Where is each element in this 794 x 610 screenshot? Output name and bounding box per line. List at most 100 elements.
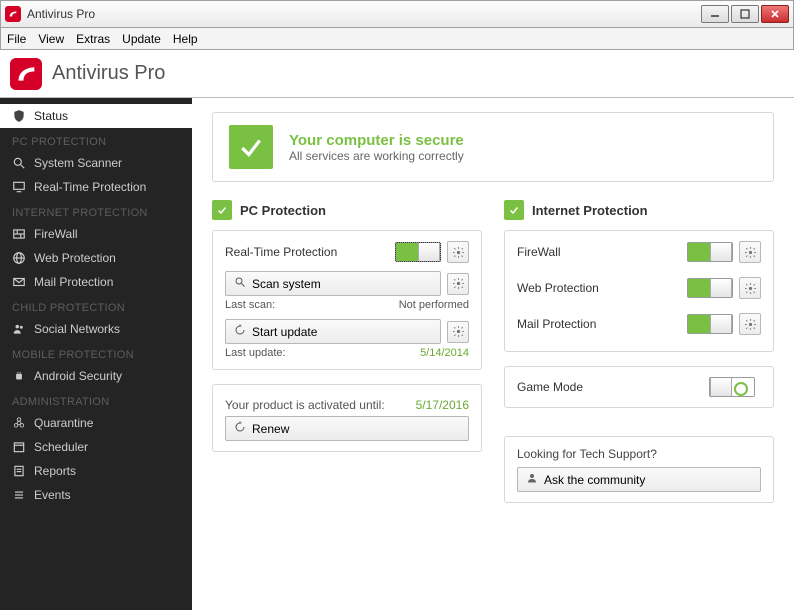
sidebar-item-firewall[interactable]: FireWall — [0, 222, 192, 246]
sidebar-item-label: Social Networks — [34, 322, 120, 336]
sidebar-item-web[interactable]: Web Protection — [0, 246, 192, 270]
window-titlebar: Antivirus Pro — [0, 0, 794, 28]
last-scan-value: Not performed — [399, 299, 469, 311]
renew-button-label: Renew — [252, 422, 289, 436]
game-mode-label: Game Mode — [517, 380, 709, 394]
sidebar-item-social[interactable]: Social Networks — [0, 317, 192, 341]
mail-toggle[interactable] — [687, 314, 733, 334]
users-icon — [12, 322, 26, 336]
menu-view[interactable]: View — [38, 32, 64, 46]
support-panel: Looking for Tech Support? Ask the commun… — [504, 436, 774, 503]
update-button-label: Start update — [252, 325, 317, 339]
monitor-icon — [12, 180, 26, 194]
sidebar-item-label: System Scanner — [34, 156, 122, 170]
firewall-icon — [12, 227, 26, 241]
app-badge-icon — [5, 6, 21, 22]
sidebar-item-label: FireWall — [34, 227, 78, 241]
report-icon — [12, 464, 26, 478]
update-settings-button[interactable] — [447, 321, 469, 343]
menubar: File View Extras Update Help — [0, 28, 794, 50]
realtime-settings-button[interactable] — [447, 241, 469, 263]
sidebar-header-mobile: MOBILE PROTECTION — [0, 341, 192, 364]
sidebar-item-label: Web Protection — [34, 251, 116, 265]
sidebar-item-events[interactable]: Events — [0, 483, 192, 507]
firewall-settings-button[interactable] — [739, 241, 761, 263]
menu-help[interactable]: Help — [173, 32, 198, 46]
app-header: Antivirus Pro — [0, 50, 794, 98]
last-update-label: Last update: — [225, 347, 420, 359]
game-mode-panel: Game Mode — [504, 366, 774, 408]
sidebar-item-label: Events — [34, 488, 71, 502]
scan-settings-button[interactable] — [447, 273, 469, 295]
sidebar-item-label: Status — [34, 109, 68, 123]
search-icon — [12, 156, 26, 170]
person-icon — [526, 472, 538, 487]
sidebar-header-admin: ADMINISTRATION — [0, 388, 192, 411]
biohazard-icon — [12, 416, 26, 430]
calendar-icon — [12, 440, 26, 454]
app-logo-icon — [10, 58, 42, 90]
list-icon — [12, 488, 26, 502]
android-icon — [12, 369, 26, 383]
sidebar-header-internet: INTERNET PROTECTION — [0, 199, 192, 222]
start-update-button[interactable]: Start update — [225, 319, 441, 344]
sidebar-item-status[interactable]: Status — [0, 104, 192, 128]
close-button[interactable] — [761, 5, 789, 23]
sidebar-item-label: Scheduler — [34, 440, 88, 454]
sidebar-item-label: Real-Time Protection — [34, 180, 146, 194]
sidebar: Status PC PROTECTION System Scanner Real… — [0, 98, 192, 610]
window-title: Antivirus Pro — [27, 7, 95, 21]
panel-title: PC Protection — [240, 203, 326, 218]
sidebar-header-child: CHILD PROTECTION — [0, 294, 192, 317]
sidebar-item-label: Quarantine — [34, 416, 93, 430]
shield-icon — [12, 109, 26, 123]
sidebar-item-realtime[interactable]: Real-Time Protection — [0, 175, 192, 199]
status-card: Your computer is secure All services are… — [212, 112, 774, 182]
activation-panel: Your product is activated until: 5/17/20… — [212, 384, 482, 452]
realtime-toggle[interactable] — [395, 242, 441, 262]
support-label: Looking for Tech Support? — [517, 447, 761, 461]
content-area: Your computer is secure All services are… — [192, 98, 794, 610]
sidebar-item-scheduler[interactable]: Scheduler — [0, 435, 192, 459]
status-title: Your computer is secure — [289, 132, 464, 149]
mail-label: Mail Protection — [517, 317, 687, 331]
sidebar-item-quarantine[interactable]: Quarantine — [0, 411, 192, 435]
web-label: Web Protection — [517, 281, 687, 295]
firewall-toggle[interactable] — [687, 242, 733, 262]
mail-icon — [12, 275, 26, 289]
firewall-label: FireWall — [517, 245, 687, 259]
globe-icon — [12, 251, 26, 265]
sidebar-item-label: Reports — [34, 464, 76, 478]
internet-protection-panel: Internet Protection FireWall Web Protect… — [504, 200, 774, 352]
last-update-value: 5/14/2014 — [420, 347, 469, 359]
sidebar-item-scanner[interactable]: System Scanner — [0, 151, 192, 175]
minimize-button[interactable] — [701, 5, 729, 23]
renew-button[interactable]: Renew — [225, 416, 469, 441]
sidebar-header-pc: PC PROTECTION — [0, 128, 192, 151]
status-subtitle: All services are working correctly — [289, 149, 464, 163]
panel-title: Internet Protection — [532, 203, 648, 218]
web-toggle[interactable] — [687, 278, 733, 298]
mail-settings-button[interactable] — [739, 313, 761, 335]
app-title: Antivirus Pro — [52, 62, 165, 85]
sidebar-item-reports[interactable]: Reports — [0, 459, 192, 483]
activated-label: Your product is activated until: — [225, 398, 416, 412]
ask-community-button[interactable]: Ask the community — [517, 467, 761, 492]
menu-file[interactable]: File — [7, 32, 26, 46]
realtime-label: Real-Time Protection — [225, 245, 395, 259]
sidebar-item-android[interactable]: Android Security — [0, 364, 192, 388]
activated-value: 5/17/2016 — [416, 398, 469, 412]
ask-community-label: Ask the community — [544, 473, 645, 487]
maximize-button[interactable] — [731, 5, 759, 23]
sidebar-item-mail[interactable]: Mail Protection — [0, 270, 192, 294]
check-badge-icon — [229, 125, 273, 169]
game-mode-toggle[interactable] — [709, 377, 755, 397]
check-icon — [504, 200, 524, 220]
web-settings-button[interactable] — [739, 277, 761, 299]
check-icon — [212, 200, 232, 220]
menu-update[interactable]: Update — [122, 32, 161, 46]
sidebar-item-label: Android Security — [34, 369, 122, 383]
menu-extras[interactable]: Extras — [76, 32, 110, 46]
refresh-icon — [234, 421, 246, 436]
scan-system-button[interactable]: Scan system — [225, 271, 441, 296]
